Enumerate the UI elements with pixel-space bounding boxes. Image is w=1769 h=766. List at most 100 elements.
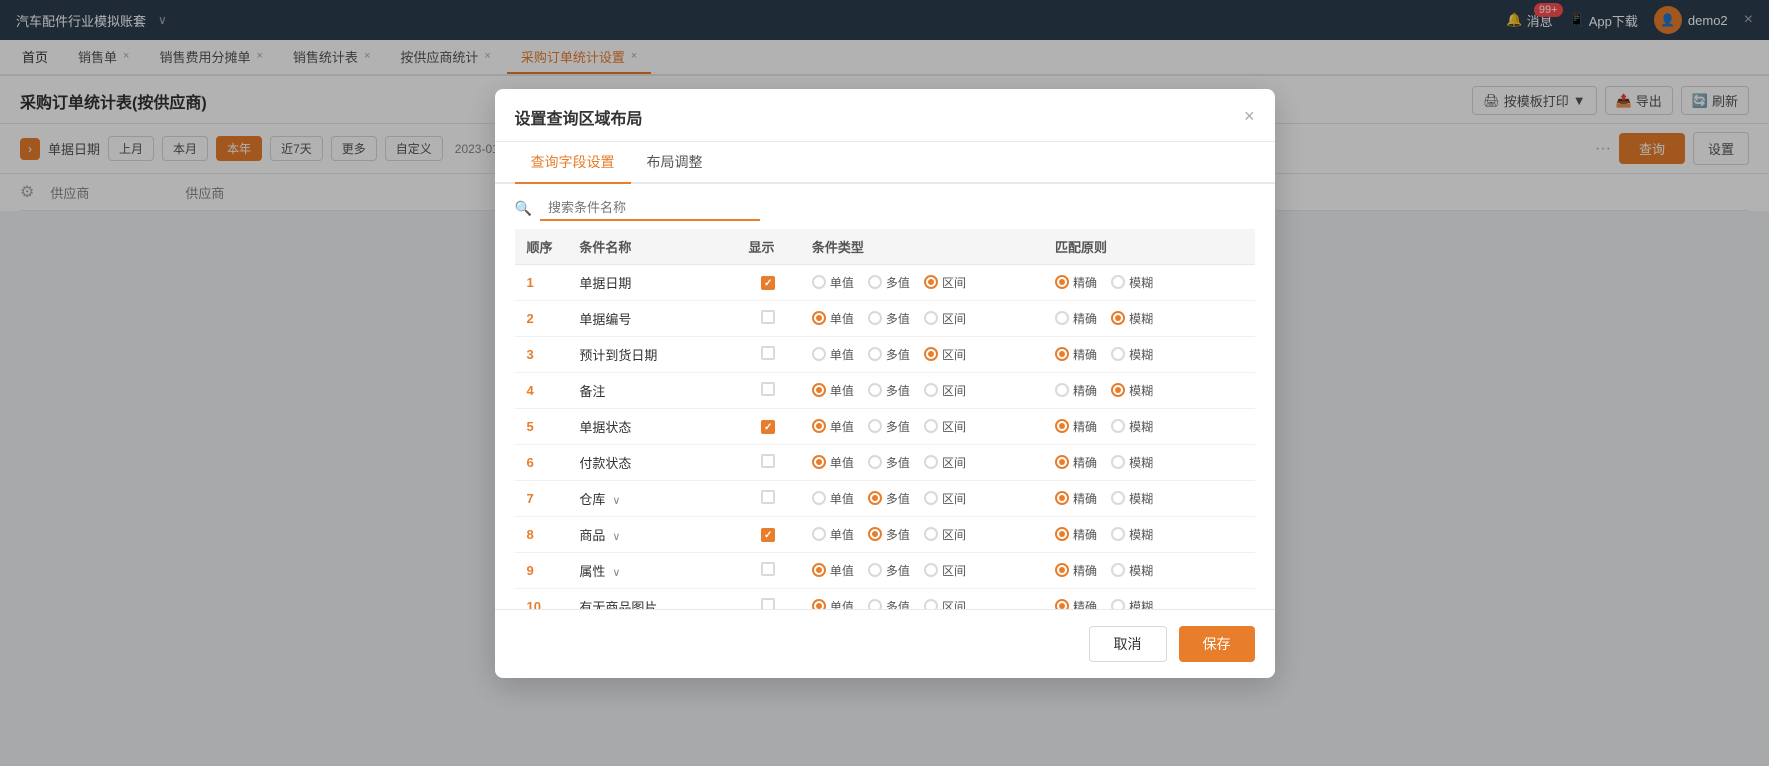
expand-icon[interactable]: ∨ xyxy=(609,567,620,579)
match-radio-fuzzy[interactable]: 模糊 xyxy=(1111,382,1153,399)
type-radio-range[interactable]: 区间 xyxy=(924,598,966,609)
type-radio-single[interactable]: 单值 xyxy=(812,454,854,471)
row-show[interactable] xyxy=(736,516,799,552)
match-radio-exact[interactable]: 精确 xyxy=(1055,382,1097,399)
type-radio-range[interactable]: 区间 xyxy=(924,454,966,471)
radio-circle-single xyxy=(812,347,826,361)
type-radio-multi[interactable]: 多值 xyxy=(868,274,910,291)
match-radio-fuzzy[interactable]: 模糊 xyxy=(1111,418,1153,435)
show-checkbox[interactable] xyxy=(761,420,775,434)
type-radio-multi[interactable]: 多值 xyxy=(868,562,910,579)
radio-circle-single xyxy=(812,275,826,289)
type-radio-multi[interactable]: 多值 xyxy=(868,598,910,609)
dialog-close-button[interactable]: × xyxy=(1244,106,1255,127)
type-radio-multi[interactable]: 多值 xyxy=(868,454,910,471)
radio-label-single: 单值 xyxy=(830,526,854,543)
type-radio-single[interactable]: 单值 xyxy=(812,382,854,399)
cancel-button[interactable]: 取消 xyxy=(1089,626,1167,662)
save-button[interactable]: 保存 xyxy=(1179,626,1255,662)
type-radio-range[interactable]: 区间 xyxy=(924,382,966,399)
show-checkbox[interactable] xyxy=(761,598,775,609)
match-radio-fuzzy[interactable]: 模糊 xyxy=(1111,598,1153,609)
type-radio-range[interactable]: 区间 xyxy=(924,562,966,579)
row-show[interactable] xyxy=(736,480,799,516)
dialog-tab-query-fields[interactable]: 查询字段设置 xyxy=(515,142,631,184)
dialog-title: 设置查询区域布局 xyxy=(515,105,643,129)
show-checkbox[interactable] xyxy=(761,528,775,542)
type-radio-multi[interactable]: 多值 xyxy=(868,310,910,327)
type-radio-range[interactable]: 区间 xyxy=(924,346,966,363)
match-circle-fuzzy xyxy=(1111,527,1125,541)
row-type: 单值多值区间 xyxy=(800,516,1043,552)
show-checkbox[interactable] xyxy=(761,490,775,504)
row-show[interactable] xyxy=(736,372,799,408)
type-radio-single[interactable]: 单值 xyxy=(812,490,854,507)
type-radio-range[interactable]: 区间 xyxy=(924,418,966,435)
type-radio-single[interactable]: 单值 xyxy=(812,598,854,609)
match-radio-exact[interactable]: 精确 xyxy=(1055,310,1097,327)
row-type: 单值多值区间 xyxy=(800,372,1043,408)
row-show[interactable] xyxy=(736,444,799,480)
show-checkbox[interactable] xyxy=(761,310,775,324)
type-radio-single[interactable]: 单值 xyxy=(812,274,854,291)
match-radio-exact[interactable]: 精确 xyxy=(1055,454,1097,471)
type-radio-single[interactable]: 单值 xyxy=(812,526,854,543)
table-row: 8商品 ∨单值多值区间精确模糊 xyxy=(515,516,1255,552)
show-checkbox[interactable] xyxy=(761,382,775,396)
type-radio-range[interactable]: 区间 xyxy=(924,490,966,507)
show-checkbox[interactable] xyxy=(761,276,775,290)
search-input[interactable] xyxy=(540,196,760,221)
show-checkbox[interactable] xyxy=(761,562,775,576)
row-show[interactable] xyxy=(736,336,799,372)
radio-circle-range xyxy=(924,419,938,433)
match-radio-fuzzy[interactable]: 模糊 xyxy=(1111,490,1153,507)
show-checkbox[interactable] xyxy=(761,346,775,360)
type-radio-single[interactable]: 单值 xyxy=(812,346,854,363)
dialog-tab-layout[interactable]: 布局调整 xyxy=(631,142,719,184)
radio-circle-single xyxy=(812,599,826,609)
row-show[interactable] xyxy=(736,588,799,609)
match-radio-fuzzy[interactable]: 模糊 xyxy=(1111,454,1153,471)
match-label-fuzzy: 模糊 xyxy=(1129,490,1153,507)
match-radio-exact[interactable]: 精确 xyxy=(1055,346,1097,363)
match-label-exact: 精确 xyxy=(1073,274,1097,291)
match-label-exact: 精确 xyxy=(1073,382,1097,399)
type-radio-multi[interactable]: 多值 xyxy=(868,418,910,435)
match-radio-fuzzy[interactable]: 模糊 xyxy=(1111,274,1153,291)
show-checkbox[interactable] xyxy=(761,454,775,468)
match-radio-fuzzy[interactable]: 模糊 xyxy=(1111,526,1153,543)
match-radio-exact[interactable]: 精确 xyxy=(1055,490,1097,507)
expand-icon[interactable]: ∨ xyxy=(609,495,620,507)
match-radio-exact[interactable]: 精确 xyxy=(1055,274,1097,291)
type-radio-single[interactable]: 单值 xyxy=(812,418,854,435)
dialog-footer: 取消 保存 xyxy=(495,609,1275,678)
row-show[interactable] xyxy=(736,552,799,588)
radio-label-multi: 多值 xyxy=(886,490,910,507)
match-circle-fuzzy xyxy=(1111,563,1125,577)
type-radio-multi[interactable]: 多值 xyxy=(868,490,910,507)
radio-label-multi: 多值 xyxy=(886,454,910,471)
match-radio-exact[interactable]: 精确 xyxy=(1055,562,1097,579)
match-radio-exact[interactable]: 精确 xyxy=(1055,418,1097,435)
dialog-header: 设置查询区域布局 × xyxy=(495,89,1275,142)
type-radio-multi[interactable]: 多值 xyxy=(868,382,910,399)
type-radio-multi[interactable]: 多值 xyxy=(868,346,910,363)
match-radio-fuzzy[interactable]: 模糊 xyxy=(1111,310,1153,327)
match-radio-exact[interactable]: 精确 xyxy=(1055,598,1097,609)
row-show[interactable] xyxy=(736,408,799,444)
type-radio-range[interactable]: 区间 xyxy=(924,274,966,291)
type-radio-multi[interactable]: 多值 xyxy=(868,526,910,543)
type-radio-range[interactable]: 区间 xyxy=(924,310,966,327)
row-show[interactable] xyxy=(736,264,799,300)
row-type: 单值 多值区间 xyxy=(800,480,1043,516)
row-show[interactable] xyxy=(736,300,799,336)
type-radio-single[interactable]: 单值 xyxy=(812,562,854,579)
expand-icon[interactable]: ∨ xyxy=(609,531,620,543)
type-radio-range[interactable]: 区间 xyxy=(924,526,966,543)
row-match: 精确模糊 xyxy=(1043,300,1254,336)
match-radio-fuzzy[interactable]: 模糊 xyxy=(1111,346,1153,363)
row-order: 5 xyxy=(515,408,568,444)
match-radio-exact[interactable]: 精确 xyxy=(1055,526,1097,543)
type-radio-single[interactable]: 单值 xyxy=(812,310,854,327)
match-radio-fuzzy[interactable]: 模糊 xyxy=(1111,562,1153,579)
